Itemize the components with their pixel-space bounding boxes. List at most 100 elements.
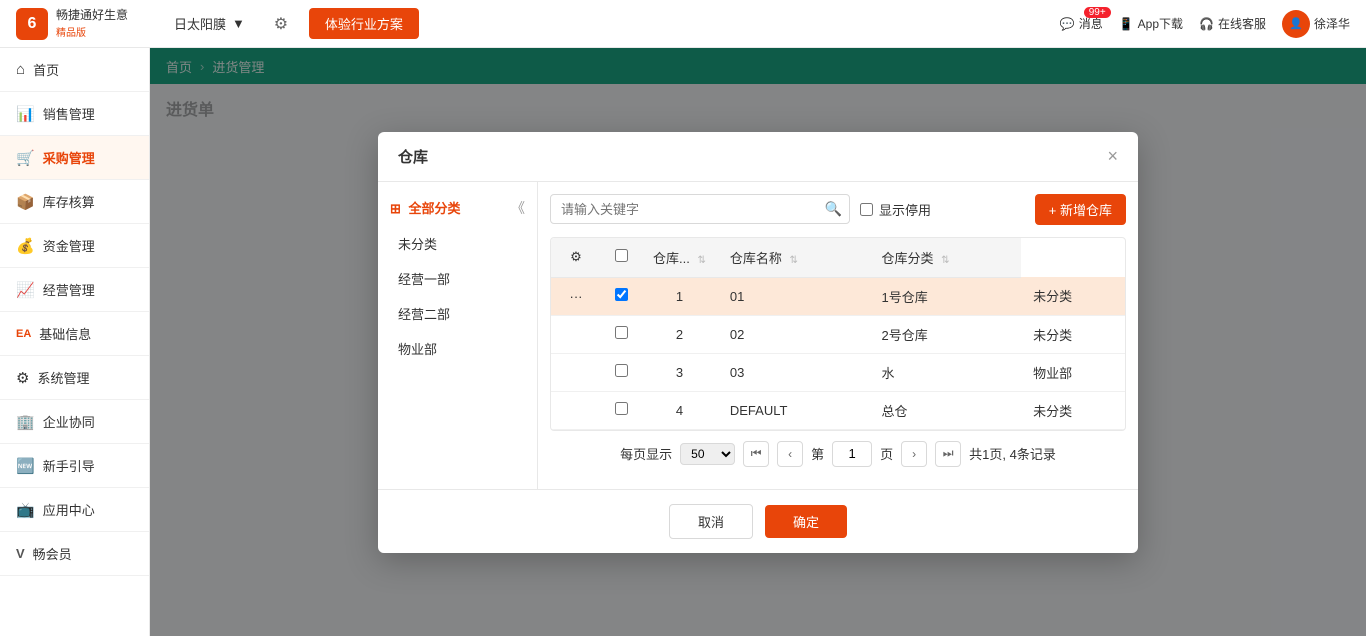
logo-text: 畅捷通好生意	[56, 8, 128, 24]
row-checkbox[interactable]	[615, 288, 628, 301]
row-more-icon[interactable]: ···	[570, 289, 583, 304]
confirm-button[interactable]: 确定	[765, 505, 847, 538]
sidebar-item-member[interactable]: V 畅会员	[0, 532, 149, 576]
cancel-button[interactable]: 取消	[669, 504, 753, 539]
modal-body: ⊞ 全部分类 《 未分类 经营一部 经营二部 物业部	[378, 182, 1138, 489]
sidebar-item-operations[interactable]: 📈 经营管理	[0, 268, 149, 312]
sidebar-item-purchase[interactable]: 🛒 采购管理	[0, 136, 149, 180]
row-checkbox[interactable]	[615, 364, 628, 377]
purchase-icon: 🛒	[16, 149, 35, 167]
operations-icon: 📈	[16, 281, 35, 299]
sidebar-item-label: 畅会员	[33, 544, 72, 563]
row-code-cell: 03	[718, 353, 870, 391]
next-page-button[interactable]: ›	[901, 441, 927, 467]
row-settings-cell	[551, 391, 601, 429]
row-check-cell[interactable]	[601, 353, 641, 391]
show-disabled-label[interactable]: 显示停用	[860, 200, 931, 219]
col-num-header[interactable]: 仓库... ⇅	[641, 238, 718, 278]
finance-icon: 💰	[16, 237, 35, 255]
sidebar-item-label: 采购管理	[43, 148, 95, 167]
warehouse-data-table: ⚙ 仓库... ⇅	[551, 238, 1125, 430]
store-selector[interactable]: 日太阳膜 ▼	[166, 10, 253, 37]
modal-footer: 取消 确定	[378, 489, 1138, 553]
sidebar-item-label: 库存核算	[43, 192, 95, 211]
sidebar-item-sales[interactable]: 📊 销售管理	[0, 92, 149, 136]
row-settings-cell	[551, 315, 601, 353]
sidebar-item-basic[interactable]: EA 基础信息	[0, 312, 149, 356]
sidebar-item-guide[interactable]: 🆕 新手引导	[0, 444, 149, 488]
sidebar-item-inventory[interactable]: 📦 库存核算	[0, 180, 149, 224]
add-warehouse-button[interactable]: + 新增仓库	[1035, 194, 1126, 225]
last-page-button[interactable]: ⏭	[935, 441, 961, 467]
prev-page-button[interactable]: ‹	[777, 441, 803, 467]
top-header: 6 畅捷通好生意 精品版 日太阳膜 ▼ ⚙ 体验行业方案 💬 消息 99+ 📱 …	[0, 0, 1366, 48]
system-icon: ⚙	[16, 369, 29, 387]
sidebar-item-system[interactable]: ⚙ 系统管理	[0, 356, 149, 400]
row-check-cell[interactable]	[601, 391, 641, 429]
sidebar-item-label: 首页	[33, 60, 59, 79]
online-service-item[interactable]: 🎧 在线客服	[1199, 15, 1266, 32]
show-disabled-checkbox[interactable]	[860, 203, 873, 216]
table-row[interactable]: 4 DEFAULT 总仓 未分类	[551, 391, 1125, 429]
row-num-cell: 2	[641, 315, 718, 353]
home-icon: ⌂	[16, 61, 25, 78]
row-check-cell[interactable]	[601, 315, 641, 353]
sidebar-item-enterprise[interactable]: 🏢 企业协同	[0, 400, 149, 444]
modal-close-button[interactable]: ×	[1107, 147, 1118, 165]
sidebar-item-appcenter[interactable]: 📺 应用中心	[0, 488, 149, 532]
search-input[interactable]	[550, 194, 850, 224]
row-name-cell: 1号仓库	[870, 277, 1022, 315]
sidebar-item-label: 新手引导	[43, 456, 95, 475]
appcenter-icon: 📺	[16, 501, 35, 519]
category-item-ops1[interactable]: 经营一部	[378, 261, 537, 296]
app-download-item[interactable]: 📱 App下载	[1119, 15, 1183, 32]
category-collapse-button[interactable]: 《	[511, 198, 525, 218]
table-row[interactable]: 3 03 水 物业部	[551, 353, 1125, 391]
headset-icon: 🎧	[1199, 17, 1214, 31]
modal-overlay: 仓库 × ⊞ 全部分类 《 未分类	[150, 48, 1366, 636]
category-all-header[interactable]: ⊞ 全部分类 《	[378, 190, 537, 226]
warehouse-table: ⚙ 仓库... ⇅	[550, 237, 1126, 431]
search-icon[interactable]: 🔍	[825, 201, 842, 218]
sidebar-item-home[interactable]: ⌂ 首页	[0, 48, 149, 92]
first-page-button[interactable]: ⏮	[743, 441, 769, 467]
sidebar-item-label: 系统管理	[37, 368, 89, 387]
phone-icon: 📱	[1119, 17, 1134, 31]
page-input[interactable]	[832, 441, 872, 467]
row-checkbox[interactable]	[615, 326, 628, 339]
row-checkbox[interactable]	[615, 402, 628, 415]
sales-icon: 📊	[16, 105, 35, 123]
sidebar-item-label: 资金管理	[43, 236, 95, 255]
sidebar-item-finance[interactable]: 💰 资金管理	[0, 224, 149, 268]
category-item-property[interactable]: 物业部	[378, 331, 537, 366]
table-row[interactable]: 2 02 2号仓库 未分类	[551, 315, 1125, 353]
pagination-bar: 每页显示 50 10 20 100 ⏮ ‹ 第 页	[550, 431, 1126, 477]
row-category-cell: 未分类	[1021, 391, 1125, 429]
logo-sub: 精品版	[56, 24, 128, 39]
row-num-cell: 3	[641, 353, 718, 391]
inventory-icon: 📦	[16, 193, 35, 211]
sidebar-item-label: 应用中心	[43, 500, 95, 519]
trial-button[interactable]: 体验行业方案	[309, 8, 419, 39]
col-category-header[interactable]: 仓库分类 ⇅	[870, 238, 1022, 278]
user-item[interactable]: 👤 徐泽华	[1282, 10, 1350, 38]
enterprise-icon: 🏢	[16, 413, 35, 431]
app-download-label: App下载	[1138, 15, 1183, 32]
modal-header: 仓库 ×	[378, 132, 1138, 182]
settings-icon[interactable]: ⚙	[265, 8, 297, 40]
row-code-cell: DEFAULT	[718, 391, 870, 429]
logo-icon: 6	[16, 8, 48, 40]
select-all-checkbox[interactable]	[615, 249, 628, 262]
category-item-ops2[interactable]: 经营二部	[378, 296, 537, 331]
row-code-cell: 01	[718, 277, 870, 315]
per-page-select[interactable]: 50 10 20 100	[680, 443, 735, 465]
settings-col-icon: ⚙	[570, 249, 582, 264]
table-row[interactable]: ··· 1 01 1号仓库 未分类	[551, 277, 1125, 315]
row-settings-cell: ···	[551, 277, 601, 315]
row-check-cell[interactable]	[601, 277, 641, 315]
row-category-cell: 未分类	[1021, 277, 1125, 315]
logo-area: 6 畅捷通好生意 精品版	[16, 8, 166, 40]
category-item-unclassified[interactable]: 未分类	[378, 226, 537, 261]
notification-item[interactable]: 💬 消息 99+	[1060, 15, 1103, 32]
col-name-header[interactable]: 仓库名称 ⇅	[718, 238, 870, 278]
